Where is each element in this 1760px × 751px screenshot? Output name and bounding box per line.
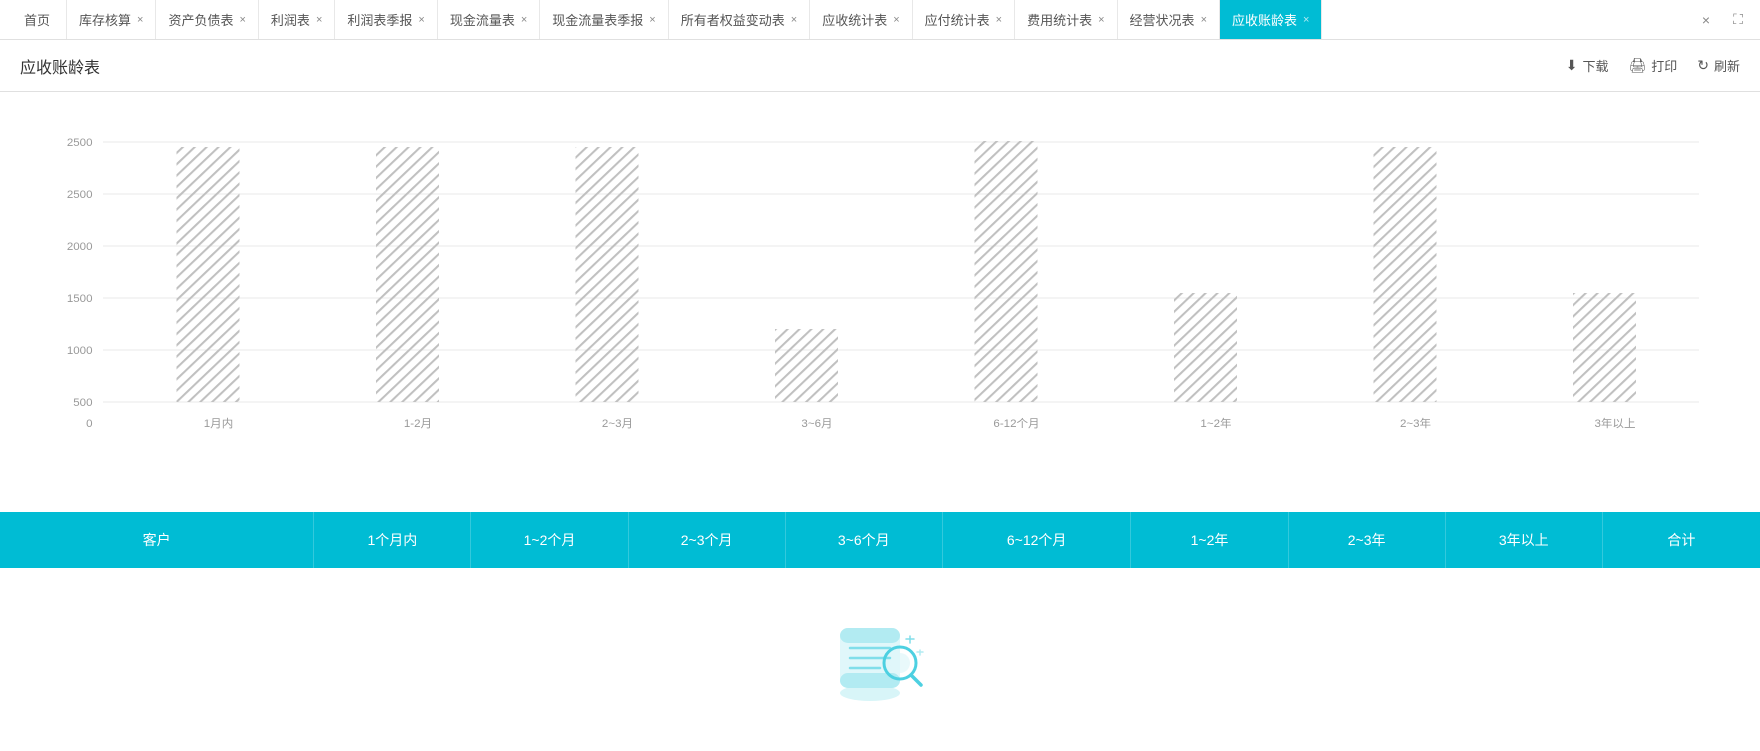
refresh-icon: ↻ — [1697, 57, 1709, 74]
print-label: 打印 — [1651, 56, 1677, 75]
tab-equity[interactable]: 所有者权益变动表 × — [669, 0, 810, 40]
empty-state — [0, 568, 1760, 751]
tab-cashflow-close[interactable]: × — [521, 14, 527, 26]
window-controls: × ⛶ — [1692, 6, 1752, 34]
bar-1month — [177, 147, 240, 402]
tab-ar-aging-label: 应收账龄表 — [1232, 10, 1297, 29]
tab-ap-stat-close[interactable]: × — [996, 14, 1002, 26]
svg-text:1~2年: 1~2年 — [1200, 416, 1231, 430]
header-actions: ⬇ 下载 🖨 打印 ↻ 刷新 — [1566, 56, 1740, 75]
col-1-2month: 1~2个月 — [471, 512, 628, 568]
window-close-button[interactable]: × — [1692, 6, 1720, 34]
tab-ar-stat[interactable]: 应收统计表 × — [810, 0, 912, 40]
tab-inventory-label: 库存核算 — [79, 10, 131, 29]
refresh-label: 刷新 — [1714, 56, 1740, 75]
tab-balance-sheet[interactable]: 资产负债表 × — [156, 0, 258, 40]
tab-ar-aging[interactable]: 应收账龄表 × — [1220, 0, 1322, 40]
tab-equity-close[interactable]: × — [791, 14, 797, 26]
download-icon: ⬇ — [1566, 57, 1578, 74]
bar-chart: 2500 2500 2000 1500 1000 500 0 1月内 1-2月 — [40, 112, 1720, 452]
bar-2-3month — [576, 147, 639, 402]
page-header: 应收账龄表 ⬇ 下载 🖨 打印 ↻ 刷新 — [0, 40, 1760, 92]
tab-operations-label: 经营状况表 — [1130, 10, 1195, 29]
tab-cashflow[interactable]: 现金流量表 × — [438, 0, 540, 40]
bar-6-12month — [975, 141, 1038, 402]
svg-text:2~3月: 2~3月 — [602, 418, 633, 430]
empty-illustration — [825, 608, 935, 711]
tab-income[interactable]: 利润表 × — [259, 0, 335, 40]
tab-cashflow-quarterly-close[interactable]: × — [649, 14, 655, 26]
svg-text:0: 0 — [86, 418, 92, 430]
tab-operations-close[interactable]: × — [1201, 14, 1207, 26]
tab-cashflow-quarterly[interactable]: 现金流量表季报 × — [540, 0, 668, 40]
bar-3plus-year — [1573, 293, 1636, 402]
svg-text:2000: 2000 — [67, 241, 93, 253]
svg-text:1000: 1000 — [67, 345, 93, 357]
home-label: 首页 — [24, 10, 50, 29]
tab-inventory[interactable]: 库存核算 × — [67, 0, 156, 40]
col-customer: 客户 — [0, 512, 314, 568]
svg-text:1月内: 1月内 — [204, 416, 233, 430]
tab-operations[interactable]: 经营状况表 × — [1118, 0, 1220, 40]
col-2-3year: 2~3年 — [1289, 512, 1446, 568]
tab-cashflow-quarterly-label: 现金流量表季报 — [552, 10, 643, 29]
col-6-12month: 6~12个月 — [943, 512, 1132, 568]
bar-1-2year — [1174, 293, 1237, 402]
tab-ar-aging-close[interactable]: × — [1303, 14, 1309, 26]
tab-ar-stat-close[interactable]: × — [893, 14, 899, 26]
tab-expense-stat-label: 费用统计表 — [1027, 10, 1092, 29]
bar-1-2month — [376, 147, 439, 402]
tab-ap-stat-label: 应付统计表 — [925, 10, 990, 29]
refresh-button[interactable]: ↻ 刷新 — [1697, 56, 1740, 75]
tab-ap-stat[interactable]: 应付统计表 × — [913, 0, 1015, 40]
empty-icon — [825, 608, 935, 708]
main-content: 2500 2500 2000 1500 1000 500 0 1月内 1-2月 — [0, 92, 1760, 751]
svg-text:3~6月: 3~6月 — [801, 418, 832, 430]
col-1-2year: 1~2年 — [1131, 512, 1288, 568]
tab-cashflow-label: 现金流量表 — [450, 10, 515, 29]
tab-income-quarterly[interactable]: 利润表季报 × — [335, 0, 437, 40]
tab-income-close[interactable]: × — [316, 14, 322, 26]
svg-text:1500: 1500 — [67, 293, 93, 305]
svg-text:2~3年: 2~3年 — [1400, 416, 1431, 430]
svg-text:6-12个月: 6-12个月 — [993, 417, 1039, 430]
tab-expense-stat-close[interactable]: × — [1098, 14, 1104, 26]
tab-inventory-close[interactable]: × — [137, 14, 143, 26]
page-title: 应收账龄表 — [20, 54, 1566, 78]
tab-home[interactable]: 首页 — [8, 0, 67, 40]
bar-2-3year — [1374, 147, 1437, 402]
col-total: 合计 — [1603, 512, 1760, 568]
svg-text:2500: 2500 — [67, 189, 93, 201]
col-2-3month: 2~3个月 — [629, 512, 786, 568]
tab-ar-stat-label: 应收统计表 — [822, 10, 887, 29]
tab-bar: 首页 库存核算 × 资产负债表 × 利润表 × 利润表季报 × 现金流量表 × … — [0, 0, 1760, 40]
bar-3-6month — [775, 329, 838, 402]
chart-area: 2500 2500 2000 1500 1000 500 0 1月内 1-2月 — [0, 92, 1760, 512]
tab-income-quarterly-close[interactable]: × — [418, 14, 424, 26]
table-header: 客户 1个月内 1~2个月 2~3个月 3~6个月 6~12个月 1~2年 2~… — [0, 512, 1760, 568]
tab-income-quarterly-label: 利润表季报 — [347, 10, 412, 29]
col-3-6month: 3~6个月 — [786, 512, 943, 568]
tab-balance-sheet-label: 资产负债表 — [168, 10, 233, 29]
print-button[interactable]: 🖨 打印 — [1628, 56, 1677, 75]
tab-equity-label: 所有者权益变动表 — [681, 10, 785, 29]
tab-balance-sheet-close[interactable]: × — [239, 14, 245, 26]
tab-expense-stat[interactable]: 费用统计表 × — [1015, 0, 1117, 40]
window-maximize-button[interactable]: ⛶ — [1724, 6, 1752, 34]
svg-text:500: 500 — [73, 397, 92, 409]
tab-income-label: 利润表 — [271, 10, 310, 29]
download-button[interactable]: ⬇ 下载 — [1566, 56, 1609, 75]
svg-text:2500: 2500 — [67, 137, 93, 149]
print-icon: 🖨 — [1628, 57, 1646, 74]
download-label: 下载 — [1582, 56, 1608, 75]
col-1month: 1个月内 — [314, 512, 471, 568]
col-3plus-year: 3年以上 — [1446, 512, 1603, 568]
svg-text:3年以上: 3年以上 — [1594, 416, 1635, 430]
svg-text:1-2月: 1-2月 — [404, 418, 432, 430]
